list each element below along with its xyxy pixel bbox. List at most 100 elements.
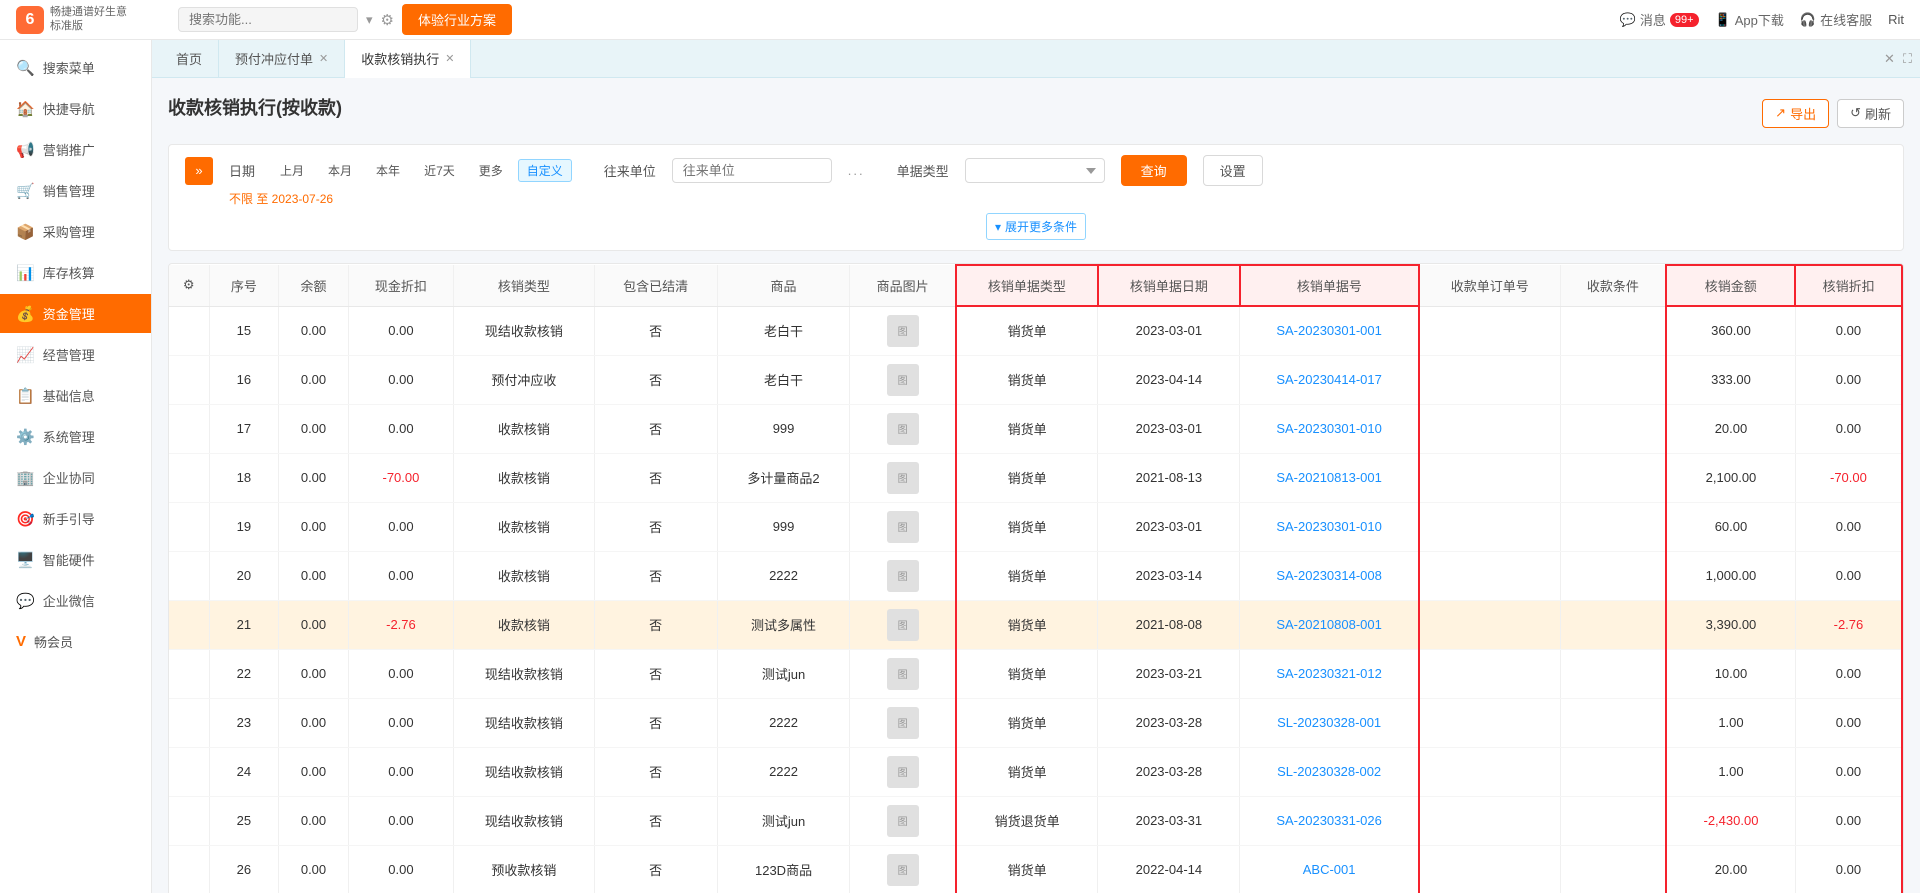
cell-goods-image: 图 <box>850 502 956 551</box>
cell-seq: 17 <box>209 404 279 453</box>
cell-balance: 0.00 <box>279 600 349 649</box>
cell-bill-no[interactable]: SA-20230414-017 <box>1240 355 1419 404</box>
cell-cash-discount: 0.00 <box>348 796 453 845</box>
filter-btn-custom[interactable]: 自定义 <box>518 159 572 182</box>
sidebar-item-search[interactable]: 🔍 搜索菜单 <box>0 48 151 87</box>
app-download[interactable]: 📱 App下载 <box>1715 10 1784 29</box>
tab-home[interactable]: 首页 <box>160 40 219 78</box>
cell-cancel-discount: 0.00 <box>1795 796 1902 845</box>
filter-btn-7days[interactable]: 近7天 <box>415 159 464 182</box>
bill-no-link[interactable]: SA-20230414-017 <box>1276 372 1382 387</box>
sidebar-item-nav[interactable]: 🏠 快捷导航 <box>0 89 151 128</box>
tab-close-collection[interactable]: ✕ <box>445 52 454 65</box>
sidebar-item-sales[interactable]: 🛒 销售管理 <box>0 171 151 210</box>
sidebar-item-purchase[interactable]: 📦 采购管理 <box>0 212 151 251</box>
sidebar-item-newbie[interactable]: 🎯 新手引导 <box>0 499 151 538</box>
filter-btn-this-month[interactable]: 本月 <box>319 159 361 182</box>
bill-no-link[interactable]: SA-20210808-001 <box>1276 617 1382 632</box>
sidebar-item-wechat[interactable]: 💬 企业微信 <box>0 581 151 620</box>
trial-btn[interactable]: 体验行业方案 <box>402 4 512 35</box>
bill-no-link[interactable]: SL-20230328-002 <box>1277 764 1381 779</box>
bill-no-link[interactable]: SA-20230331-026 <box>1276 813 1382 828</box>
refresh-button[interactable]: ↺ 刷新 <box>1837 99 1904 128</box>
online-service[interactable]: 🎧 在线客服 <box>1800 10 1872 29</box>
download-icon: 📱 <box>1715 12 1731 28</box>
cell-bill-type: 销货单 <box>956 649 1098 698</box>
cell-bill-no[interactable]: SA-20230301-001 <box>1240 306 1419 355</box>
sidebar-item-finance[interactable]: 💰 资金管理 <box>0 294 151 333</box>
bill-no-link[interactable]: SA-20230301-001 <box>1276 323 1382 338</box>
filter-btn-more[interactable]: 更多 <box>470 159 512 182</box>
bill-no-link[interactable]: SA-20230301-010 <box>1276 421 1382 436</box>
bill-no-link[interactable]: SA-20230321-012 <box>1276 666 1382 681</box>
cell-include-settled: 否 <box>594 306 717 355</box>
cell-cancel-discount: 0.00 <box>1795 404 1902 453</box>
cell-receipt-order <box>1419 453 1560 502</box>
filter-expand-arrow[interactable]: » <box>185 157 213 185</box>
cell-bill-no[interactable]: SL-20230328-001 <box>1240 698 1419 747</box>
cell-bill-no[interactable]: ABC-001 <box>1240 845 1419 893</box>
bill-type-select[interactable] <box>965 158 1105 183</box>
message-label: 消息 <box>1640 10 1666 29</box>
cell-bill-no[interactable]: SA-20210808-001 <box>1240 600 1419 649</box>
cell-include-settled: 否 <box>594 698 717 747</box>
bill-no-link[interactable]: SA-20210813-001 <box>1276 470 1382 485</box>
table-row: 18 0.00 -70.00 收款核销 否 多计量商品2 图 销货单 2021-… <box>169 453 1902 502</box>
cell-bill-type: 销货单 <box>956 355 1098 404</box>
bill-no-link[interactable]: SA-20230314-008 <box>1276 568 1382 583</box>
cell-receipt-order <box>1419 355 1560 404</box>
col-bill-no: 核销单据号 <box>1240 265 1419 306</box>
logo-name: 畅捷通谱好生意 <box>50 6 127 19</box>
cell-bill-no[interactable]: SL-20230328-002 <box>1240 747 1419 796</box>
sidebar-item-marketing[interactable]: 📢 营销推广 <box>0 130 151 169</box>
cell-receipt-order <box>1419 845 1560 893</box>
main-area: 首页 预付冲应付单 ✕ 收款核销执行 ✕ ✕ ⛶ 收款核销执行(按收款) ↗ 导… <box>152 40 1920 893</box>
cell-include-settled: 否 <box>594 453 717 502</box>
cell-goods: 老白干 <box>717 355 850 404</box>
sidebar-item-member[interactable]: V 畅会员 <box>0 622 151 661</box>
bill-no-link[interactable]: ABC-001 <box>1303 862 1356 877</box>
tab-prepay[interactable]: 预付冲应付单 ✕ <box>219 40 345 78</box>
tab-collection[interactable]: 收款核销执行 ✕ <box>345 40 471 78</box>
user-label[interactable]: Rit <box>1888 12 1904 27</box>
cell-goods-image: 图 <box>850 796 956 845</box>
sidebar-item-label: 企业微信 <box>43 591 95 610</box>
filter-btn-this-year[interactable]: 本年 <box>367 159 409 182</box>
cell-cancel-discount: 0.00 <box>1795 355 1902 404</box>
cell-receipt-condition <box>1560 502 1666 551</box>
cell-bill-no[interactable]: SA-20230331-026 <box>1240 796 1419 845</box>
window-close-icon[interactable]: ✕ <box>1884 51 1895 67</box>
sidebar-item-hardware[interactable]: 🖥️ 智能硬件 <box>0 540 151 579</box>
sidebar-item-basic[interactable]: 📋 基础信息 <box>0 376 151 415</box>
filter-btn-last-month[interactable]: 上月 <box>271 159 313 182</box>
expand-more-btn[interactable]: ▾ 展开更多条件 <box>986 213 1086 240</box>
cell-gear <box>169 747 209 796</box>
cell-goods: 2222 <box>717 747 850 796</box>
cell-goods: 999 <box>717 502 850 551</box>
search-input[interactable] <box>178 7 358 32</box>
cell-cash-discount: 0.00 <box>348 845 453 893</box>
sidebar-item-enterprise[interactable]: 🏢 企业协同 <box>0 458 151 497</box>
cell-cancel-type: 收款核销 <box>454 502 595 551</box>
query-button[interactable]: 查询 <box>1121 155 1187 186</box>
partner-input[interactable] <box>672 158 832 183</box>
gear-icon[interactable]: ⚙ <box>381 11 394 29</box>
col-gear[interactable]: ⚙ <box>169 265 209 306</box>
settings-button[interactable]: 设置 <box>1203 155 1263 186</box>
message-area[interactable]: 💬 消息 99+ <box>1620 10 1699 29</box>
bill-no-link[interactable]: SA-20230301-010 <box>1276 519 1382 534</box>
sidebar-item-system[interactable]: ⚙️ 系统管理 <box>0 417 151 456</box>
sidebar-item-operation[interactable]: 📈 经营管理 <box>0 335 151 374</box>
sidebar-item-inventory[interactable]: 📊 库存核算 <box>0 253 151 292</box>
tab-close-prepay[interactable]: ✕ <box>319 52 328 65</box>
cell-balance: 0.00 <box>279 404 349 453</box>
cell-bill-no[interactable]: SA-20230301-010 <box>1240 502 1419 551</box>
cell-goods: 2222 <box>717 551 850 600</box>
export-button[interactable]: ↗ 导出 <box>1762 99 1829 128</box>
cell-bill-no[interactable]: SA-20230321-012 <box>1240 649 1419 698</box>
bill-no-link[interactable]: SL-20230328-001 <box>1277 715 1381 730</box>
window-maximize-icon[interactable]: ⛶ <box>1903 51 1912 67</box>
cell-bill-no[interactable]: SA-20230314-008 <box>1240 551 1419 600</box>
cell-bill-no[interactable]: SA-20230301-010 <box>1240 404 1419 453</box>
cell-bill-no[interactable]: SA-20210813-001 <box>1240 453 1419 502</box>
